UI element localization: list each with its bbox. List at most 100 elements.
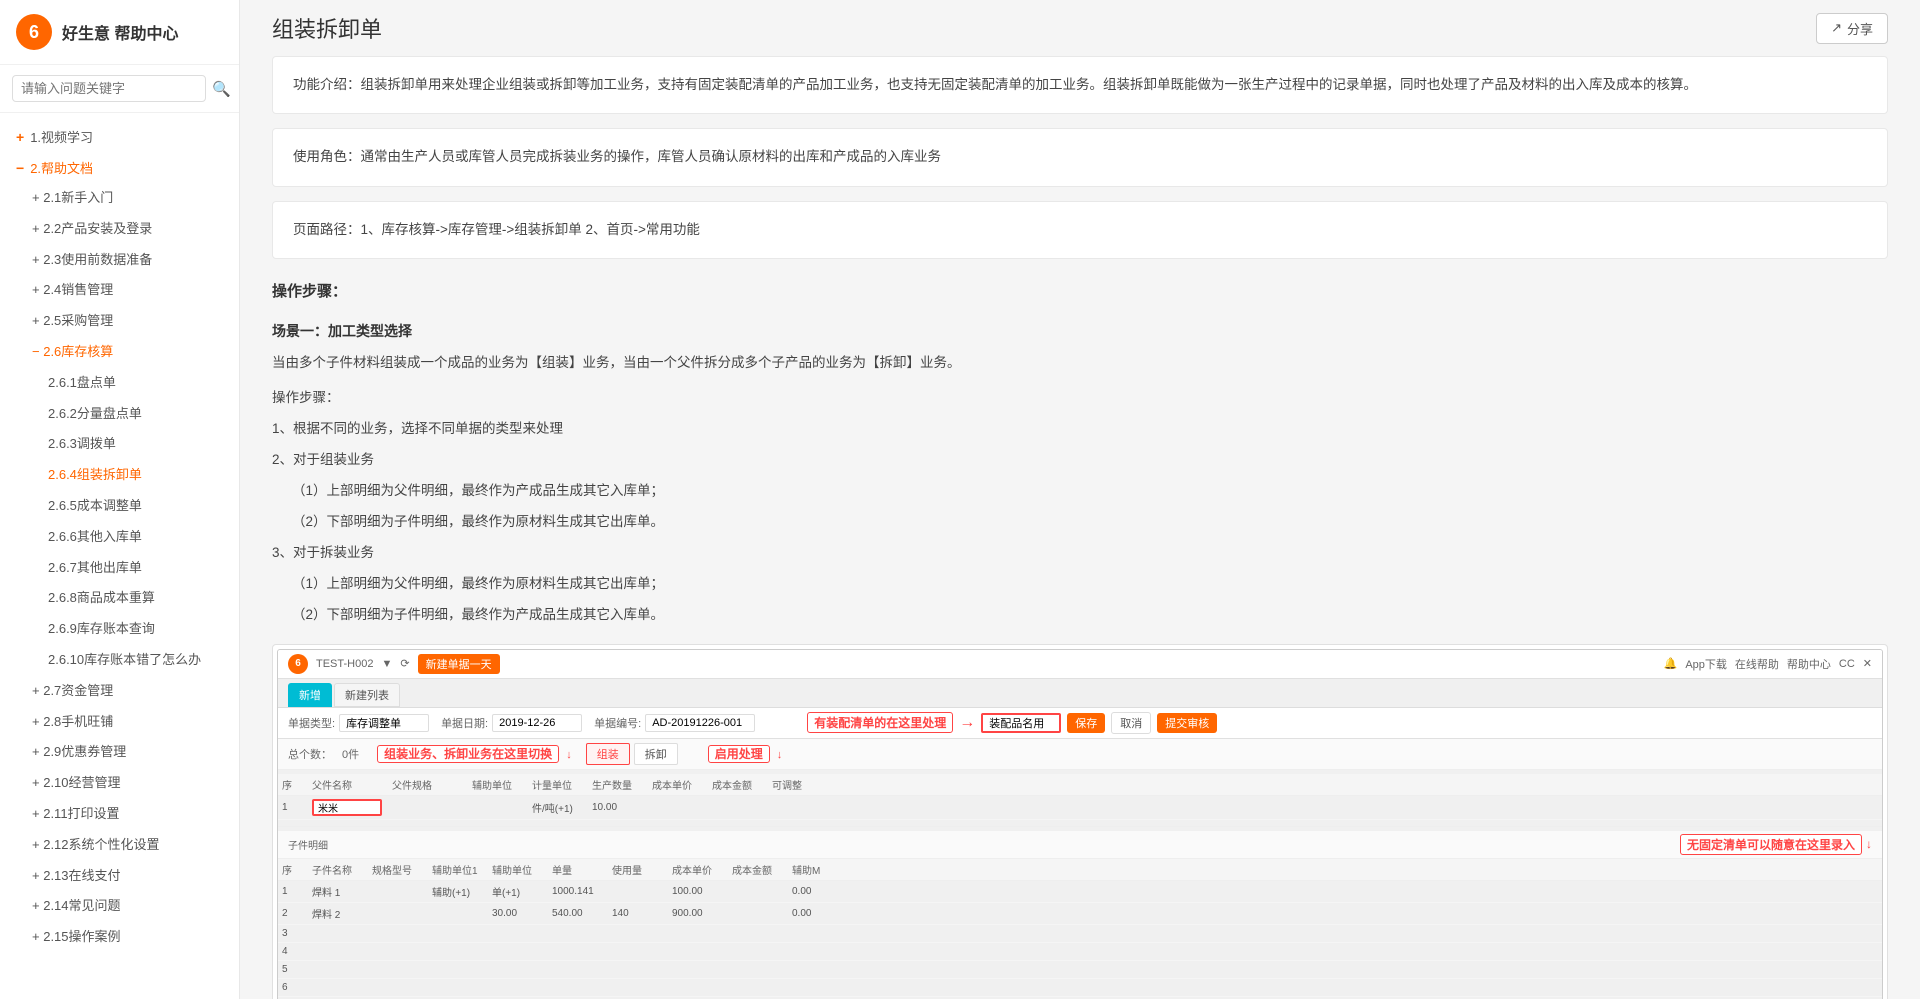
collapse-icon: − bbox=[32, 344, 43, 359]
sidebar-item-label: 2.帮助文档 bbox=[30, 158, 93, 177]
field2-input[interactable] bbox=[492, 714, 582, 732]
intro-block-2: 使用角色：通常由生产人员或库管人员完成拆装业务的操作，库管人员确认原材料的出库和… bbox=[272, 128, 1888, 186]
expand-icon: + bbox=[32, 775, 43, 790]
sidebar-item-coupon[interactable]: + 2.9优惠券管理 bbox=[0, 737, 239, 768]
expand-icon: + bbox=[32, 898, 43, 913]
sidebar-item-faq[interactable]: + 2.14常见问题 bbox=[0, 891, 239, 922]
search-input[interactable] bbox=[12, 75, 206, 102]
count-label: 总个数： bbox=[288, 746, 332, 762]
sidebar-item-payment[interactable]: + 2.13在线支付 bbox=[0, 861, 239, 892]
expand-icon: + bbox=[32, 929, 43, 944]
intro-text-2: 使用角色：通常由生产人员或库管人员完成拆装业务的操作，库管人员确认原材料的出库和… bbox=[293, 149, 941, 164]
field1-input[interactable] bbox=[339, 714, 429, 732]
mockup-btn-new[interactable]: 新建单据一天 bbox=[418, 654, 500, 674]
mockup-tab-new[interactable]: 新增 bbox=[288, 683, 332, 707]
sidebar-item-other-out[interactable]: 2.6.7其他出库单 bbox=[0, 553, 239, 584]
child-section-label: 子件明细 bbox=[288, 837, 328, 852]
field1-label: 单据类型: bbox=[288, 715, 335, 731]
table-row: 5 bbox=[278, 961, 1882, 979]
step3-1: （1）上部明细为父件明细，最终作为原材料生成其它出库单； bbox=[292, 570, 1888, 597]
sidebar-item-assembly[interactable]: 2.6.4组装拆卸单 bbox=[0, 460, 239, 491]
sidebar-item-inventory[interactable]: − 2.6库存核算 bbox=[0, 337, 239, 368]
sidebar-item-label: 1.视频学习 bbox=[30, 127, 93, 146]
type-buttons: 组装 拆卸 bbox=[586, 743, 678, 765]
step3-2: （2）下部明细为子件明细，最终作为产成品生成其它入库单。 bbox=[292, 601, 1888, 628]
expand-icon: + bbox=[16, 129, 24, 145]
share-label: 分享 bbox=[1847, 19, 1873, 38]
sidebar-item-cases[interactable]: + 2.15操作案例 bbox=[0, 922, 239, 953]
table-row: 2 焊料 2 30.00 540.00 140 900.00 0.00 bbox=[278, 903, 1882, 925]
content-area: 功能介绍：组装拆卸单用来处理企业组装或拆卸等加工业务，支持有固定装配清单的产品加… bbox=[240, 56, 1920, 999]
sidebar-item-help-doc[interactable]: − 2.帮助文档 bbox=[0, 152, 239, 183]
expand-icon: + bbox=[32, 190, 43, 205]
mockup-test-id: TEST-H002 bbox=[316, 658, 373, 670]
field3-input[interactable] bbox=[645, 714, 755, 732]
sidebar-item-data-prep[interactable]: + 2.3使用前数据准备 bbox=[0, 245, 239, 276]
sidebar-item-install[interactable]: + 2.2产品安装及登录 bbox=[0, 214, 239, 245]
field4-input[interactable] bbox=[981, 713, 1061, 733]
btn-save[interactable]: 保存 bbox=[1067, 713, 1105, 733]
sidebar-item-purchase[interactable]: + 2.5采购管理 bbox=[0, 306, 239, 337]
mockup-tabs: 新增 新建列表 bbox=[278, 679, 1882, 708]
expand-icon: + bbox=[32, 714, 43, 729]
expand-icon: + bbox=[32, 252, 43, 267]
count-value: 0件 bbox=[342, 746, 359, 762]
share-icon: ↗ bbox=[1831, 20, 1842, 36]
sidebar-item-cost-recalc[interactable]: 2.6.8商品成本重算 bbox=[0, 583, 239, 614]
sidebar-item-partial-stocktake[interactable]: 2.6.2分量盘点单 bbox=[0, 399, 239, 430]
type-disassemble[interactable]: 拆卸 bbox=[634, 743, 678, 765]
step2-2: （2）下部明细为子件明细，最终作为原材料生成其它出库单。 bbox=[292, 508, 1888, 535]
intro-block-3: 页面路径：1、库存核算->库存管理->组装拆卸单 2、首页->常用功能 bbox=[272, 201, 1888, 259]
search-box[interactable]: 🔍 bbox=[0, 65, 239, 113]
step3: 3、对于拆装业务 bbox=[272, 539, 1888, 566]
sidebar: 6 好生意 帮助中心 🔍 + 1.视频学习 − 2.帮助文档 + 2.1新手入门… bbox=[0, 0, 240, 999]
sidebar-item-stocktake[interactable]: 2.6.1盘点单 bbox=[0, 368, 239, 399]
annotation-enable: 启用处理 bbox=[708, 745, 770, 763]
table-row: 3 bbox=[278, 925, 1882, 943]
collapse-icon: − bbox=[16, 160, 24, 176]
sidebar-item-mobile[interactable]: + 2.8手机旺铺 bbox=[0, 707, 239, 738]
logo-icon: 6 bbox=[16, 14, 52, 50]
share-button[interactable]: ↗ 分享 bbox=[1816, 13, 1888, 44]
sidebar-item-cost-adjust[interactable]: 2.6.5成本调整单 bbox=[0, 491, 239, 522]
sidebar-item-ledger-error[interactable]: 2.6.10库存账本错了怎么办 bbox=[0, 645, 239, 676]
screenshot-container: 6 TEST-H002 ▼ ⟳ 新建单据一天 🔔 App下载 在线帮助 帮助中心… bbox=[272, 644, 1888, 999]
sidebar-item-personalize[interactable]: + 2.12系统个性化设置 bbox=[0, 830, 239, 861]
arrow-down2-icon: ↓ bbox=[1866, 837, 1872, 851]
btn-cancel[interactable]: 取消 bbox=[1111, 712, 1151, 734]
scene1-label: 场景一：加工类型选择 bbox=[272, 317, 1888, 345]
sidebar-item-video[interactable]: + 1.视频学习 bbox=[0, 121, 239, 152]
mockup-form-row1: 单据类型: 单据日期: 单据编号: 有装配清单的在这里处理 → bbox=[278, 708, 1882, 739]
sidebar-item-print[interactable]: + 2.11打印设置 bbox=[0, 799, 239, 830]
expand-icon: + bbox=[32, 282, 43, 297]
field2-label: 单据日期: bbox=[441, 715, 488, 731]
sidebar-item-operations[interactable]: + 2.10经营管理 bbox=[0, 768, 239, 799]
mockup-logo: 6 bbox=[288, 654, 308, 674]
expand-icon: + bbox=[32, 744, 43, 759]
mockup-tab-list[interactable]: 新建列表 bbox=[334, 683, 400, 707]
parent-name-input[interactable] bbox=[312, 799, 382, 816]
sidebar-item-sales[interactable]: + 2.4销售管理 bbox=[0, 275, 239, 306]
btn-submit[interactable]: 提交审核 bbox=[1157, 713, 1217, 733]
sidebar-item-beginner[interactable]: + 2.1新手入门 bbox=[0, 183, 239, 214]
sidebar-item-finance[interactable]: + 2.7资金管理 bbox=[0, 676, 239, 707]
steps-label: 操作步骤： bbox=[272, 384, 1888, 411]
bell-icon: 🔔 bbox=[1664, 657, 1678, 670]
app-mockup: 6 TEST-H002 ▼ ⟳ 新建单据一天 🔔 App下载 在线帮助 帮助中心… bbox=[277, 649, 1883, 999]
arrow-icon: → bbox=[959, 714, 975, 732]
type-assemble[interactable]: 组装 bbox=[586, 743, 630, 765]
table-row: 1 件/吨(+1) 10.00 bbox=[278, 796, 1882, 820]
sidebar-item-other-in[interactable]: 2.6.6其他入库单 bbox=[0, 522, 239, 553]
mockup-center: 帮助中心 bbox=[1787, 656, 1831, 672]
search-button[interactable]: 🔍 bbox=[212, 80, 231, 98]
expand-icon: + bbox=[32, 806, 43, 821]
sidebar-item-transfer[interactable]: 2.6.3调拨单 bbox=[0, 429, 239, 460]
annotation-type-switch: 组装业务、拆卸业务在这里切换 bbox=[377, 745, 559, 763]
step1: 1、根据不同的业务，选择不同单据的类型来处理 bbox=[272, 415, 1888, 442]
expand-icon: + bbox=[32, 221, 43, 236]
sidebar-item-ledger-query[interactable]: 2.6.9库存账本查询 bbox=[0, 614, 239, 645]
main-header: 组装拆卸单 ↗ 分享 bbox=[240, 0, 1920, 56]
mockup-table-upper: 序 父件名称 父件规格 辅助单位 计量单位 生产数量 成本单价 成本金额 可调整… bbox=[278, 774, 1882, 820]
nav-tree: + 1.视频学习 − 2.帮助文档 + 2.1新手入门 + 2.2产品安装及登录… bbox=[0, 113, 239, 999]
arrow-down-icon: ↓ bbox=[566, 749, 572, 761]
